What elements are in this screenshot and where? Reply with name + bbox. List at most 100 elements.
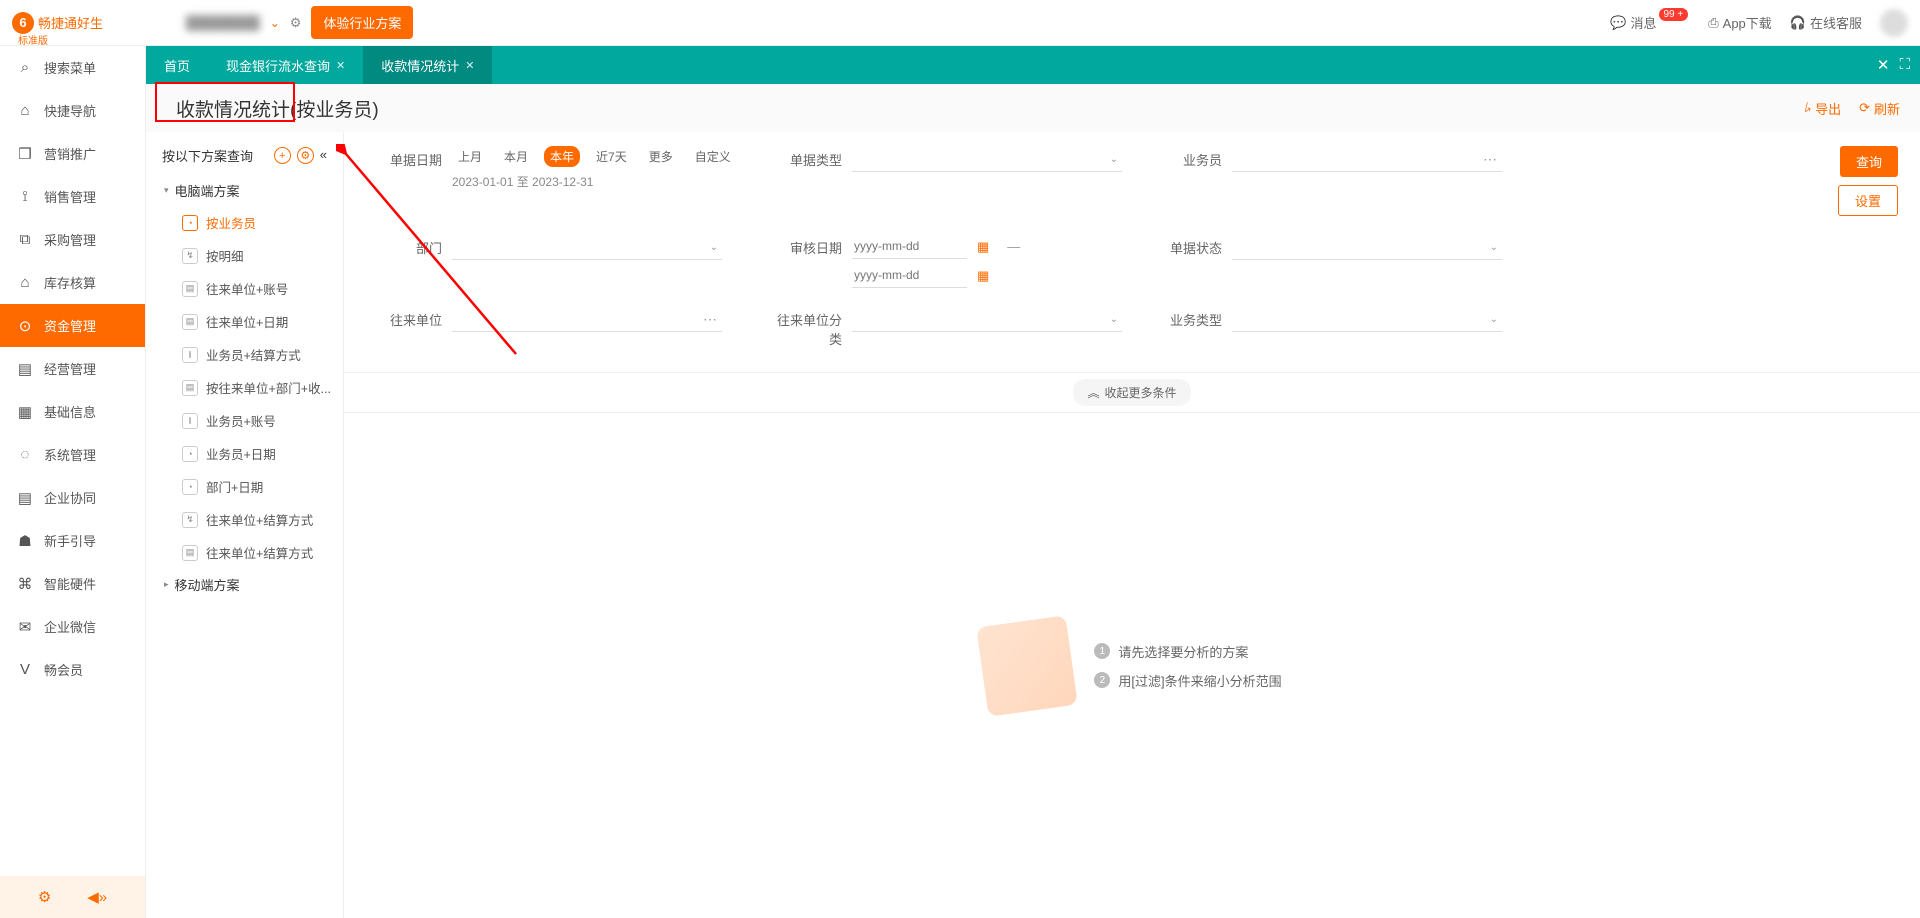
sidebar-item-operation[interactable]: ▤经营管理 <box>0 347 145 390</box>
scheme-item[interactable]: ▤往来单位+日期 <box>160 305 335 338</box>
scheme-item[interactable]: ◔部门+日期 <box>160 470 335 503</box>
sidebar-item-guide[interactable]: ☗ 新手引导 <box>0 519 145 562</box>
sidebar-item-system[interactable]: ◌系统管理 <box>0 433 145 476</box>
date-chip[interactable]: 上月 <box>452 146 488 167</box>
sidebar-item-purchase[interactable]: ⧉采购管理 <box>0 218 145 261</box>
org-name[interactable]: ████████ <box>186 15 260 30</box>
sidebar-item-quick-nav[interactable]: ⌂快捷导航 <box>0 89 145 132</box>
sidebar-item-label: 资金管理 <box>44 316 96 335</box>
scheme-item[interactable]: ◔业务员+日期 <box>160 437 335 470</box>
system-icon: ◌ <box>16 446 34 463</box>
audit-date-from[interactable] <box>852 234 967 259</box>
refresh-button[interactable]: ⟳刷新 <box>1859 99 1900 118</box>
sidebar-item-marketing[interactable]: ❒营销推广 <box>0 132 145 175</box>
tab[interactable]: 现金银行流水查询 ✕ <box>208 46 363 84</box>
scheme-item[interactable]: ▤按往来单位+部门+收... <box>160 371 335 404</box>
scheme-item[interactable]: ↯往来单位+结算方式 <box>160 503 335 536</box>
settings-icon[interactable]: ⚙ <box>38 888 51 906</box>
close-icon[interactable]: ✕ <box>336 59 345 72</box>
label-audit-date: 审核日期 <box>766 234 842 257</box>
scheme-item[interactable]: ⫾ 业务员+结算方式 <box>160 338 335 371</box>
scheme-item-label: 部门+日期 <box>206 477 263 496</box>
scheme-item-label: 按往来单位+部门+收... <box>206 378 331 397</box>
label-doc-type: 单据类型 <box>766 146 842 169</box>
date-chip[interactable]: 自定义 <box>689 146 737 167</box>
app-download-link[interactable]: ⎙ App下载 <box>1708 13 1772 32</box>
date-chip[interactable]: 近7天 <box>590 146 633 167</box>
biz-type-select[interactable] <box>1232 306 1502 332</box>
tab[interactable]: 首页 <box>146 46 208 84</box>
scheme-item[interactable]: ▤往来单位+账号 <box>160 272 335 305</box>
audit-date-to[interactable] <box>852 263 967 288</box>
page-title-row: 收款情况统计(按业务员) ⭞导出 ⟳刷新 <box>146 84 1920 132</box>
config-button[interactable]: 设置 <box>1838 185 1898 216</box>
guide-icon: ☗ <box>16 532 34 550</box>
date-chip[interactable]: 更多 <box>643 146 679 167</box>
scheme-item[interactable]: ↯按明细 <box>160 239 335 272</box>
fullscreen-icon[interactable]: ⛶ <box>1899 56 1910 74</box>
scheme-panel: 按以下方案查询 + ⚙ « ▾电脑端方案 ◔按业务员↯按明细▤往来单位+账号▤往… <box>146 132 344 918</box>
calendar-icon[interactable]: ▦ <box>971 239 995 255</box>
sidebar-item-inventory[interactable]: ⌂库存核算 <box>0 261 145 304</box>
partner-cat-select[interactable] <box>852 306 1122 332</box>
date-chip[interactable]: 本年 <box>544 146 580 167</box>
page-title: 收款情况统计(按业务员) <box>176 95 379 122</box>
chevron-up-icon: ︽ <box>1087 384 1099 401</box>
collapse-left-icon[interactable]: « <box>320 147 327 164</box>
doc-type-select[interactable] <box>852 146 1122 172</box>
sidebar-item-member[interactable]: V畅会员 <box>0 648 145 691</box>
messages-link[interactable]: 💬 消息 99 + <box>1610 13 1690 32</box>
avatar[interactable] <box>1880 9 1908 37</box>
chat-icon: 💬 <box>1610 15 1626 31</box>
scheme-item-icon: ◔ <box>182 215 198 231</box>
online-service-link[interactable]: 🎧 在线客服 <box>1790 13 1862 32</box>
query-button[interactable]: 查询 <box>1840 146 1898 177</box>
sidebar-item-collab[interactable]: ▤企业协同 <box>0 476 145 519</box>
dept-select[interactable] <box>452 234 722 260</box>
result-area: 1请先选择要分析的方案 2用[过滤]条件来缩小分析范围 <box>344 412 1920 918</box>
scheme-item[interactable]: ⫾业务员+账号 <box>160 404 335 437</box>
tab-label: 现金银行流水查询 <box>226 56 330 75</box>
scheme-item[interactable]: ▤往来单位+结算方式 <box>160 536 335 569</box>
scheme-item-label: 往来单位+账号 <box>206 279 288 298</box>
partner-select[interactable] <box>452 306 722 332</box>
sidebar-item-funds[interactable]: ⊙资金管理 <box>0 304 145 347</box>
sidebar-item-label: 销售管理 <box>44 187 96 206</box>
sidebar-item-search-menu[interactable]: ⌕搜索菜单 <box>0 46 145 89</box>
filters: 单据日期 上月本月本年近7天更多自定义 2023-01-01 至 2023-12… <box>344 132 1920 372</box>
scheme-item[interactable]: ◔按业务员 <box>160 206 335 239</box>
scheme-group-pc[interactable]: ▾电脑端方案 <box>160 175 335 206</box>
sales-icon: ⟟ <box>16 188 34 205</box>
chevron-down-icon[interactable]: ⌄ <box>270 16 280 30</box>
date-chip[interactable]: 本月 <box>498 146 534 167</box>
scheme-item-icon: ⫾ <box>182 413 198 429</box>
salesman-select[interactable] <box>1232 146 1502 172</box>
sound-icon[interactable]: ◀» <box>87 888 107 906</box>
scheme-item-label: 往来单位+结算方式 <box>206 543 313 562</box>
scheme-item-icon: ⫾ <box>182 347 198 363</box>
tab-close-icon[interactable]: ✕ <box>1877 56 1890 74</box>
tabs-bar: 首页现金银行流水查询✕收款情况统计✕ ✕ ⛶ <box>146 46 1920 84</box>
sidebar-item-wechat[interactable]: ✉企业微信 <box>0 605 145 648</box>
gear-icon[interactable]: ⚙ <box>290 15 302 31</box>
collapse-filters-button[interactable]: ︽收起更多条件 <box>1073 379 1190 406</box>
date-chips: 上月本月本年近7天更多自定义 <box>452 146 737 167</box>
calendar-icon[interactable]: ▦ <box>971 268 995 284</box>
label-partner: 往来单位 <box>366 306 442 329</box>
tab[interactable]: 收款情况统计✕ <box>363 46 492 84</box>
sidebar-item-label: 营销推广 <box>44 144 96 163</box>
sidebar-item-label: 智能硬件 <box>44 574 96 593</box>
scheme-settings-icon[interactable]: ⚙ <box>297 147 314 164</box>
scheme-group-mobile[interactable]: ▸移动端方案 <box>160 569 335 600</box>
sidebar-item-hardware[interactable]: ⌘智能硬件 <box>0 562 145 605</box>
sidebar-item-label: 新手引导 <box>44 531 96 550</box>
sidebar-item-basic-info[interactable]: ▦基础信息 <box>0 390 145 433</box>
scheme-item-label: 业务员+结算方式 <box>206 345 301 364</box>
add-scheme-icon[interactable]: + <box>274 147 291 164</box>
doc-status-select[interactable] <box>1232 234 1502 260</box>
try-industry-button[interactable]: 体验行业方案 <box>311 6 413 39</box>
close-icon[interactable]: ✕ <box>465 59 474 72</box>
phone-icon: ⎙ <box>1708 15 1718 31</box>
export-button[interactable]: ⭞导出 <box>1804 99 1841 118</box>
sidebar-item-sales[interactable]: ⟟ 销售管理 <box>0 175 145 218</box>
